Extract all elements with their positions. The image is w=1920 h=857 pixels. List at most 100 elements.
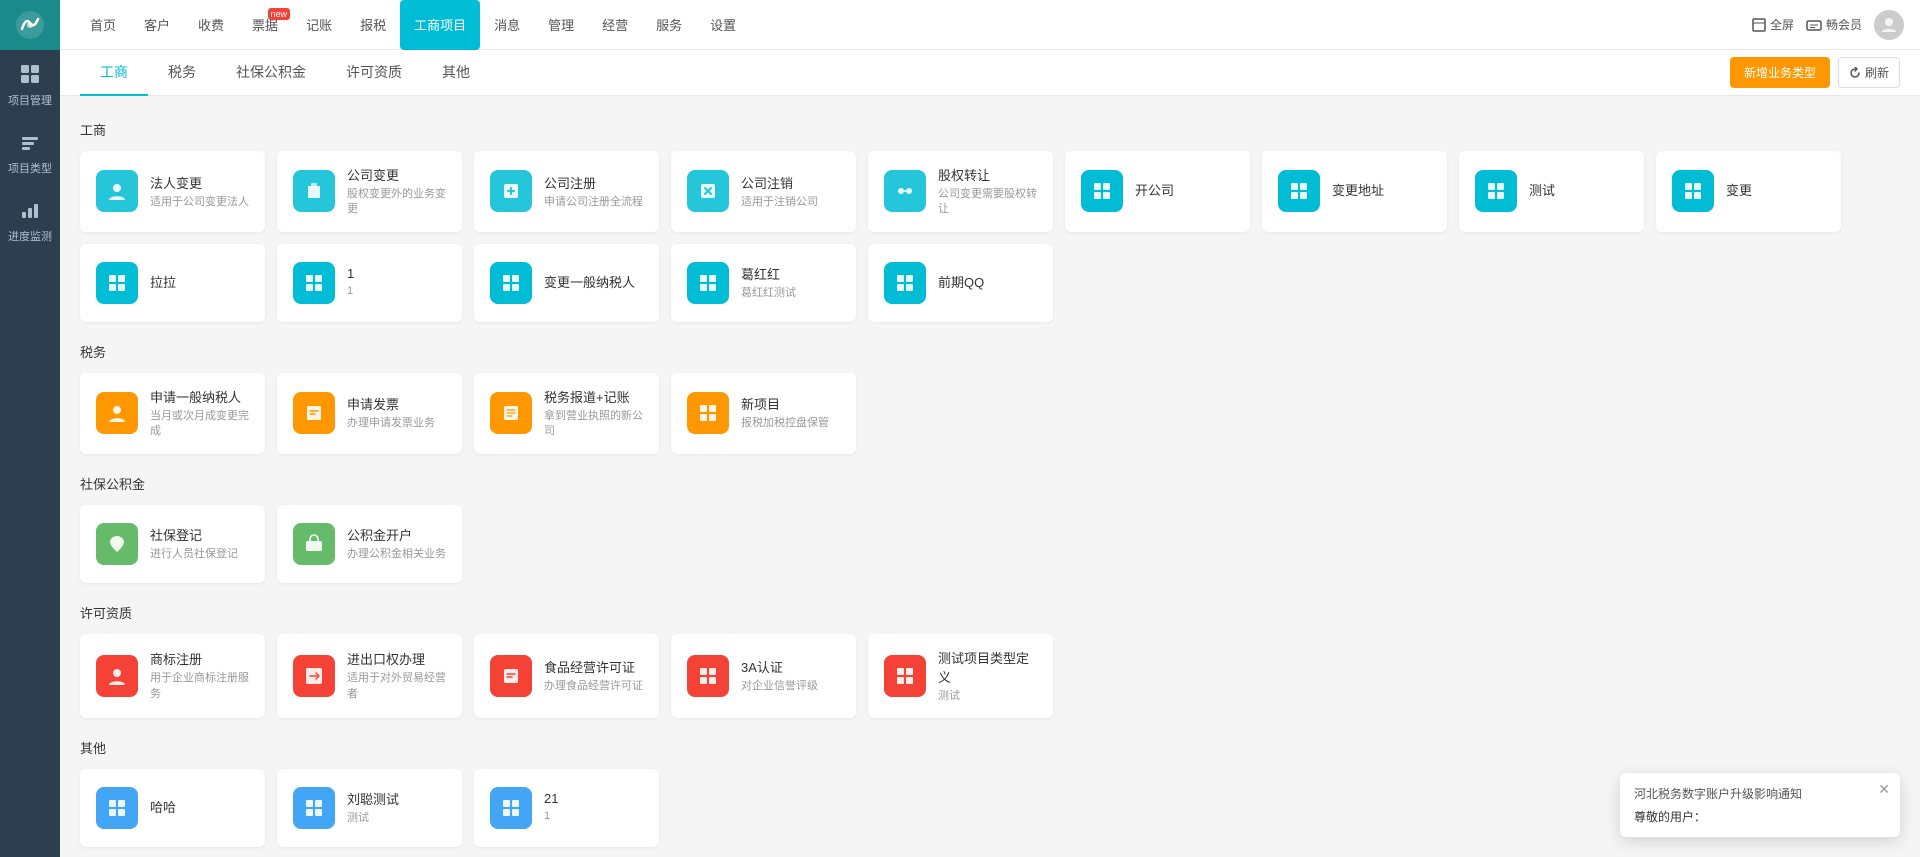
nav-client[interactable]: 客户 — [130, 0, 184, 50]
card-info: 股权转让 公司变更需要股权转让 — [938, 165, 1037, 218]
card-info: 公司变更 股权变更外的业务变更 — [347, 165, 446, 218]
card-info: 公司注销 适用于注销公司 — [741, 173, 840, 210]
card-info: 刘聪测试 测试 — [347, 789, 446, 826]
notification-title: 河北税务数字账户升级影响通知 — [1634, 785, 1886, 802]
refresh-icon — [1849, 67, 1861, 79]
card-icon — [293, 655, 335, 697]
sidebar-item-progress[interactable]: 进度监测 — [0, 186, 60, 254]
card-ceshi-type[interactable]: 测试项目类型定义 测试 — [868, 634, 1053, 718]
card-liucong-ceshi[interactable]: 刘聪测试 测试 — [277, 769, 462, 847]
chart-icon — [16, 196, 44, 224]
card-jinchuchukou[interactable]: 进出口权办理 适用于对外贸易经营者 — [277, 634, 462, 718]
xuke-cards: 商标注册 用于企业商标注册服务 进出口权办理 适用于对外贸易经营者 — [80, 634, 1900, 718]
card-lala[interactable]: 拉拉 — [80, 244, 265, 322]
card-icon — [96, 523, 138, 565]
tab-gongshang[interactable]: 工商 — [80, 50, 148, 96]
sidebar-item-project-type[interactable]: 项目类型 — [0, 118, 60, 186]
nav-manage[interactable]: 管理 — [534, 0, 588, 50]
card-1[interactable]: 1 1 — [277, 244, 462, 322]
card-info: 公积金开户 办理公积金相关业务 — [347, 525, 446, 562]
refresh-button[interactable]: 刷新 — [1838, 57, 1900, 88]
tab-qita[interactable]: 其他 — [422, 50, 490, 96]
card-fazhen-biangeng[interactable]: 法人变更 适用于公司变更法人 — [80, 151, 265, 232]
nav-bookkeeping[interactable]: 记账 — [292, 0, 346, 50]
card-info: 法人变更 适用于公司变更法人 — [150, 173, 249, 210]
card-gongsi-biangeng[interactable]: 公司变更 股权变更外的业务变更 — [277, 151, 462, 232]
nav-ticket[interactable]: 票据 new — [238, 0, 292, 50]
card-shipin-xuke[interactable]: 食品经营许可证 办理食品经营许可证 — [474, 634, 659, 718]
card-kai-gongsi[interactable]: 开公司 — [1065, 151, 1250, 232]
card-gongsi-zhuxiao[interactable]: 公司注销 适用于注销公司 — [671, 151, 856, 232]
card-info: 3A认证 对企业信誉评级 — [741, 657, 840, 694]
content-area: 工商 税务 社保公积金 许可资质 其他 新增业务类型 刷新 — [60, 50, 1920, 857]
card-info: 食品经营许可证 办理食品经营许可证 — [544, 657, 643, 694]
card-shebao-dengji[interactable]: 社保登记 进行人员社保登记 — [80, 505, 265, 583]
card-ceshi[interactable]: 测试 — [1459, 151, 1644, 232]
card-icon — [1278, 170, 1320, 212]
card-info: 测试 — [1529, 180, 1628, 202]
card-info: 公司注册 申请公司注册全流程 — [544, 173, 643, 210]
fullscreen-button[interactable]: 全屏 — [1752, 16, 1794, 33]
card-3a-renzheng[interactable]: 3A认证 对企业信誉评级 — [671, 634, 856, 718]
card-icon — [96, 655, 138, 697]
add-type-button[interactable]: 新增业务类型 — [1730, 57, 1830, 88]
tab-shuiwu[interactable]: 税务 — [148, 50, 216, 96]
card-icon — [1081, 170, 1123, 212]
top-navigation: 首页 客户 收费 票据 new 记账 报税 工商项目 消息 管理 经营 服务 设… — [60, 0, 1920, 50]
card-info: 社保登记 进行人员社保登记 — [150, 525, 249, 562]
card-icon — [490, 262, 532, 304]
tab-xuke[interactable]: 许可资质 — [326, 50, 422, 96]
nav-industrial[interactable]: 工商项目 — [400, 0, 480, 50]
member-button[interactable]: 畅会员 — [1806, 16, 1862, 33]
gongshang-cards: 法人变更 适用于公司变更法人 公司变更 股权变更外的业务变更 — [80, 151, 1900, 322]
card-biangeng2[interactable]: 变更 — [1656, 151, 1841, 232]
nav-service[interactable]: 服务 — [642, 0, 696, 50]
card-info: 新项目 报税加税控盘保管 — [741, 394, 840, 431]
nav-settings[interactable]: 设置 — [696, 0, 750, 50]
card-biangeng-dizhi[interactable]: 变更地址 — [1262, 151, 1447, 232]
card-shangbiao-zhuce[interactable]: 商标注册 用于企业商标注册服务 — [80, 634, 265, 718]
notification-close-button[interactable]: ✕ — [1878, 781, 1890, 798]
card-info: 商标注册 用于企业商标注册服务 — [150, 649, 249, 702]
card-qianqi-qq[interactable]: 前期QQ — [868, 244, 1053, 322]
nav-operate[interactable]: 经营 — [588, 0, 642, 50]
page-wrapper: 工商 税务 社保公积金 许可资质 其他 新增业务类型 刷新 — [60, 50, 1920, 857]
card-gongjijin-kaihu[interactable]: 公积金开户 办理公积金相关业务 — [277, 505, 462, 583]
fullscreen-icon — [1752, 18, 1766, 32]
card-shenqing-fapiao[interactable]: 申请发票 办理申请发票业务 — [277, 373, 462, 454]
card-icon — [884, 262, 926, 304]
nav-message[interactable]: 消息 — [480, 0, 534, 50]
card-icon — [293, 787, 335, 829]
new-badge: new — [268, 8, 291, 21]
card-biangeng-yibannashuiren[interactable]: 变更一般纳税人 — [474, 244, 659, 322]
card-shenqing-yiban[interactable]: 申请一般纳税人 当月或次月成变更完成 — [80, 373, 265, 454]
user-avatar[interactable] — [1874, 10, 1904, 40]
sidebar: 项目管理 项目类型 进度监测 — [0, 0, 60, 857]
app-logo — [0, 0, 60, 50]
section-title-xuke: 许可资质 — [80, 603, 1900, 622]
card-gehonghong[interactable]: 葛红红 葛红红测试 — [671, 244, 856, 322]
card-guquan-zhuanrang[interactable]: 股权转让 公司变更需要股权转让 — [868, 151, 1053, 232]
section-title-qita: 其他 — [80, 738, 1900, 757]
card-21[interactable]: 21 1 — [474, 769, 659, 847]
shuiwu-cards: 申请一般纳税人 当月或次月成变更完成 申请发票 办理申请发票业务 — [80, 373, 1900, 454]
person-icon — [1880, 16, 1898, 34]
sidebar-item-project-manage[interactable]: 项目管理 — [0, 50, 60, 118]
card-icon — [490, 170, 532, 212]
card-info: 进出口权办理 适用于对外贸易经营者 — [347, 649, 446, 702]
section-title-shuiwu: 税务 — [80, 342, 1900, 361]
card-haha[interactable]: 哈哈 — [80, 769, 265, 847]
nav-fee[interactable]: 收费 — [184, 0, 238, 50]
tab-shebao[interactable]: 社保公积金 — [216, 50, 326, 96]
sidebar-item-label: 进度监测 — [8, 228, 52, 244]
card-icon — [293, 170, 335, 212]
card-icon — [1475, 170, 1517, 212]
nav-tax[interactable]: 报税 — [346, 0, 400, 50]
tab-bar-actions: 新增业务类型 刷新 — [1730, 57, 1900, 88]
notification-popup: ✕ 河北税务数字账户升级影响通知 尊敬的用户： — [1620, 773, 1900, 837]
card-gongsi-zhuce[interactable]: 公司注册 申请公司注册全流程 — [474, 151, 659, 232]
card-new-project[interactable]: 新项目 报税加税控盘保管 — [671, 373, 856, 454]
card-icon — [884, 655, 926, 697]
card-tax-bookkeeping[interactable]: 税务报道+记账 拿到营业执照的新公司 — [474, 373, 659, 454]
nav-home[interactable]: 首页 — [76, 0, 130, 50]
